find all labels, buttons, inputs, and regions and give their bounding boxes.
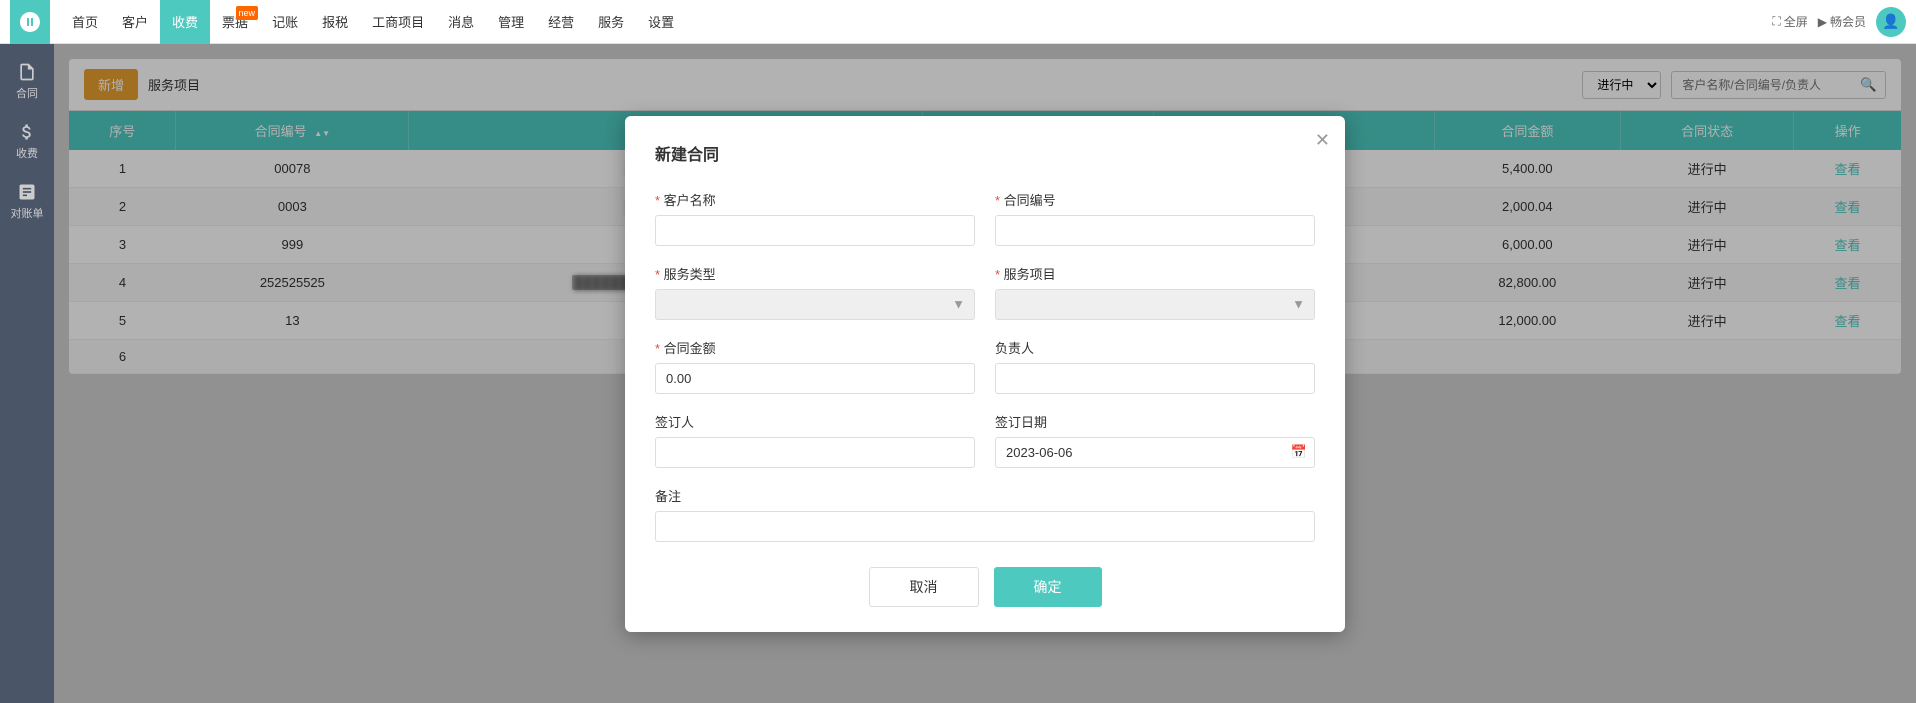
modal-overlay: 新建合同 ✕ 客户名称 合同编号 服务类型 <box>54 44 1916 703</box>
cancel-button[interactable]: 取消 <box>869 567 979 607</box>
service-item-wrapper: ▼ <box>995 289 1315 320</box>
nav-baoshui[interactable]: 报税 <box>310 0 360 44</box>
sign-date-wrapper: 📅 <box>995 437 1315 468</box>
main-layout: 合同 收费 对账单 新增 服务项目 进行中 已完成 <box>0 44 1916 703</box>
field-service-item: 服务项目 ▼ <box>995 264 1315 320</box>
sidebar-label-shoufei: 收费 <box>16 145 38 161</box>
field-signer: 签订人 <box>655 412 975 468</box>
label-signer: 签订人 <box>655 412 975 431</box>
fullscreen-icon: ⛶ <box>1772 14 1780 29</box>
label-customer-name: 客户名称 <box>655 190 975 209</box>
nav-piaoju[interactable]: 票据 new <box>210 0 260 44</box>
app-logo <box>10 0 50 44</box>
form-grid: 客户名称 合同编号 服务类型 <box>655 190 1315 542</box>
nav-fuwu[interactable]: 服务 <box>586 0 636 44</box>
nav-guanli[interactable]: 管理 <box>486 0 536 44</box>
input-responsible[interactable] <box>995 363 1315 394</box>
top-navigation: 首页 客户 收费 票据 new 记账 报税 工商项目 消息 管理 经营 服务 设… <box>0 0 1916 44</box>
member-button[interactable]: ▶ 畅会员 <box>1818 13 1866 30</box>
sidebar-item-hetong[interactable]: 合同 <box>2 54 52 109</box>
confirm-button[interactable]: 确定 <box>994 567 1102 607</box>
field-service-type: 服务类型 ▼ <box>655 264 975 320</box>
nav-shezhi[interactable]: 设置 <box>636 0 686 44</box>
nav-customer[interactable]: 客户 <box>110 0 160 44</box>
field-remark: 备注 <box>655 486 1315 542</box>
select-service-item[interactable] <box>995 289 1315 320</box>
avatar-initial: 👤 <box>1882 13 1899 30</box>
label-service-type: 服务类型 <box>655 264 975 283</box>
play-icon: ▶ <box>1818 15 1827 29</box>
label-remark: 备注 <box>655 486 1315 505</box>
sidebar-item-duizhangdan[interactable]: 对账单 <box>2 174 52 229</box>
nav-jizhi[interactable]: 记账 <box>260 0 310 44</box>
modal-footer: 取消 确定 <box>655 567 1315 607</box>
nav-xiaoxi[interactable]: 消息 <box>436 0 486 44</box>
field-sign-date: 签订日期 📅 <box>995 412 1315 468</box>
sidebar-item-shoufei[interactable]: 收费 <box>2 114 52 169</box>
field-responsible: 负责人 <box>995 338 1315 394</box>
sidebar-label-duizhangdan: 对账单 <box>11 205 44 221</box>
new-contract-modal: 新建合同 ✕ 客户名称 合同编号 服务类型 <box>625 116 1345 632</box>
label-contract-code: 合同编号 <box>995 190 1315 209</box>
service-type-wrapper: ▼ <box>655 289 975 320</box>
member-label: 畅会员 <box>1830 13 1866 30</box>
sidebar-label-hetong: 合同 <box>16 85 38 101</box>
sidebar: 合同 收费 对账单 <box>0 44 54 703</box>
input-sign-date[interactable] <box>995 437 1315 468</box>
calendar-icon[interactable]: 📅 <box>1291 444 1307 460</box>
nav-gongshang[interactable]: 工商项目 <box>360 0 436 44</box>
label-contract-amount: 合同金额 <box>655 338 975 357</box>
input-signer[interactable] <box>655 437 975 468</box>
fullscreen-label: 全屏 <box>1784 13 1808 30</box>
nav-home[interactable]: 首页 <box>60 0 110 44</box>
avatar[interactable]: 👤 <box>1876 7 1906 37</box>
modal-close-button[interactable]: ✕ <box>1315 131 1330 149</box>
top-nav-right: ⛶ 全屏 ▶ 畅会员 👤 <box>1772 7 1906 37</box>
select-service-type[interactable] <box>655 289 975 320</box>
nav-jingying[interactable]: 经营 <box>536 0 586 44</box>
label-responsible: 负责人 <box>995 338 1315 357</box>
input-contract-amount[interactable] <box>655 363 975 394</box>
input-contract-code[interactable] <box>995 215 1315 246</box>
input-remark[interactable] <box>655 511 1315 542</box>
nav-shoufei[interactable]: 收费 <box>160 0 210 44</box>
field-contract-amount: 合同金额 <box>655 338 975 394</box>
fullscreen-button[interactable]: ⛶ 全屏 <box>1772 13 1807 30</box>
modal-title: 新建合同 <box>655 141 1315 165</box>
field-contract-code: 合同编号 <box>995 190 1315 246</box>
field-customer-name: 客户名称 <box>655 190 975 246</box>
new-badge: new <box>236 6 259 20</box>
label-service-item: 服务项目 <box>995 264 1315 283</box>
content-area: 新增 服务项目 进行中 已完成 已取消 🔍 <box>54 44 1916 703</box>
label-sign-date: 签订日期 <box>995 412 1315 431</box>
nav-items: 首页 客户 收费 票据 new 记账 报税 工商项目 消息 管理 经营 服务 设… <box>60 0 1772 44</box>
input-customer-name[interactable] <box>655 215 975 246</box>
